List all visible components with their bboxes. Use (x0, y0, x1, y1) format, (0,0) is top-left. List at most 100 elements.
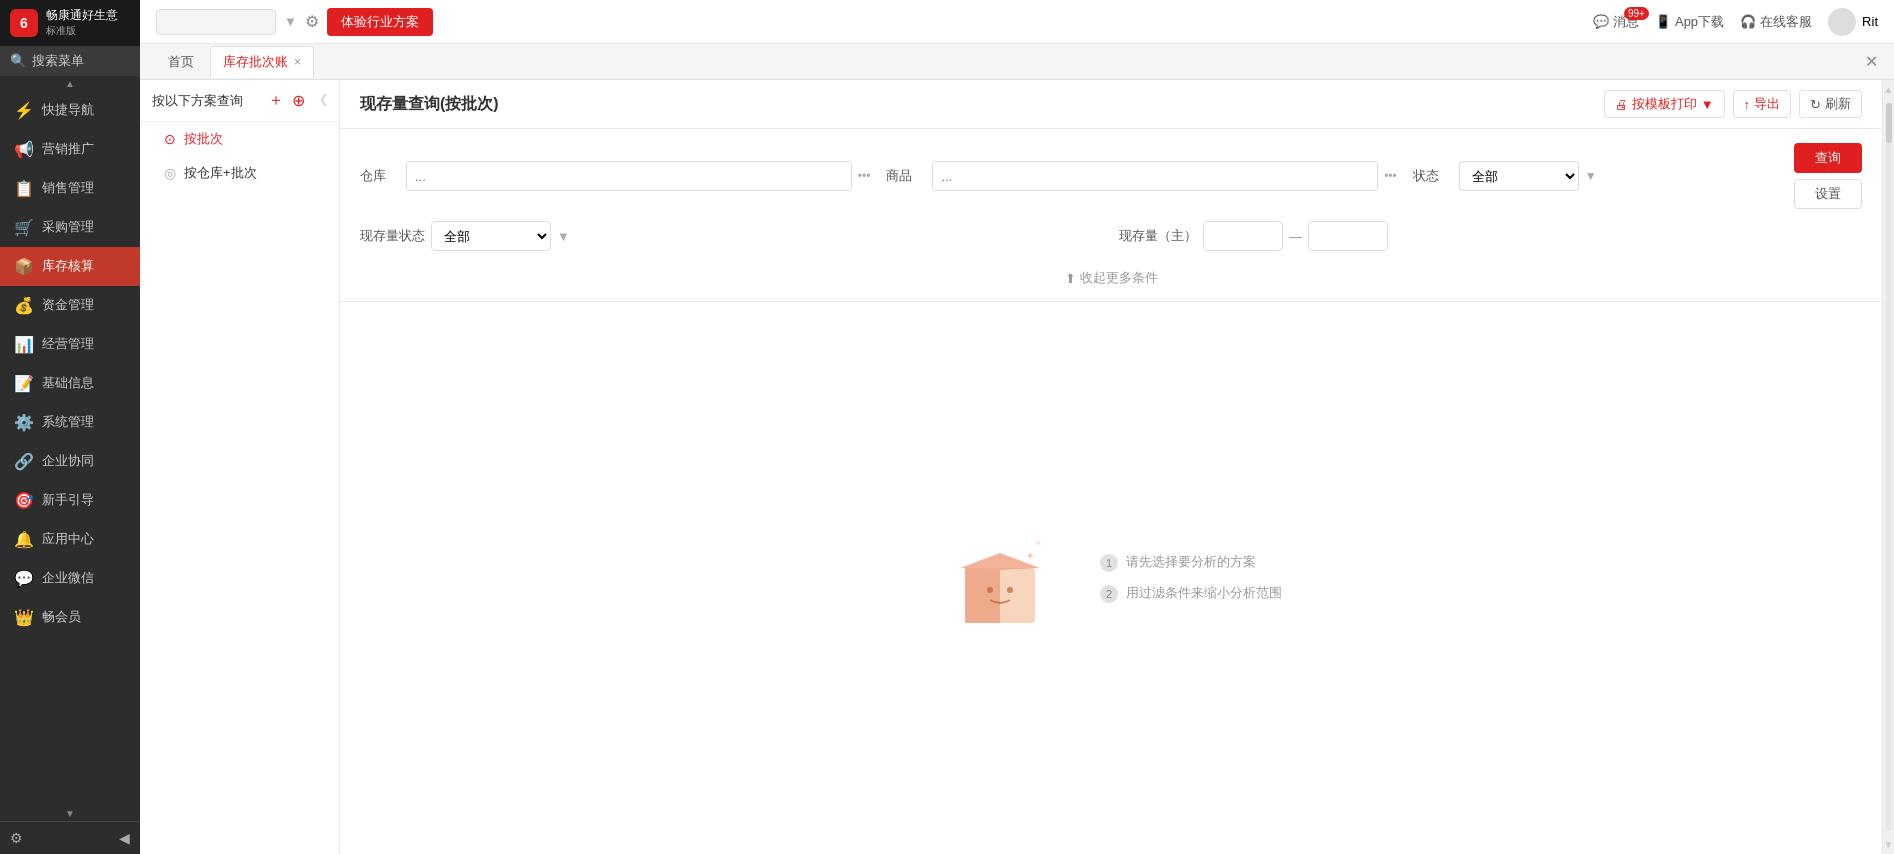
trial-button[interactable]: 体验行业方案 (327, 8, 433, 36)
nav-label-inventory: 库存核算 (42, 257, 94, 275)
scheme-filter-panel: 按以下方案查询 ＋ ⊕ 《 ⊙ 按批次 ◎ 按仓库+批次 (140, 80, 340, 854)
topbar-gear-icon[interactable]: ⚙ (305, 12, 319, 31)
collapse-panel-icon[interactable]: 《 (313, 92, 327, 110)
sidebar-scroll-down[interactable]: ▼ (0, 806, 140, 821)
message-icon: 💬 (1593, 14, 1609, 29)
collapse-sidebar-icon[interactable]: ◀ (119, 830, 130, 846)
sidebar-item-app-center[interactable]: 🔔 应用中心 (0, 520, 140, 559)
online-service-button[interactable]: 🎧 在线客服 (1740, 13, 1812, 31)
sidebar-search[interactable]: 🔍 搜索菜单 (0, 46, 140, 76)
scroll-track[interactable] (1886, 103, 1892, 831)
nav-icon-sales: 📋 (14, 179, 34, 198)
search-label: 搜索菜单 (32, 52, 84, 70)
status-dropdown-icon[interactable]: ▼ (1585, 169, 1597, 183)
nav-icon-system: ⚙️ (14, 413, 34, 432)
page-header-actions: 🖨 按模板打印 ▼ ↑ 导出 ↻ 刷新 (1604, 90, 1862, 118)
app-download-button[interactable]: 📱 App下载 (1655, 13, 1724, 31)
right-scrollbar: ▲ ▼ (1882, 80, 1894, 854)
sidebar-item-member[interactable]: 👑 畅会员 (0, 598, 140, 637)
nav-icon-member: 👑 (14, 608, 34, 627)
main-area: ▼ ⚙ 体验行业方案 💬 消息 99+ 📱 App下载 🎧 在线客服 Rit (140, 0, 1894, 854)
warehouse-more-icon[interactable]: ••• (858, 169, 871, 183)
stock-qty-from-input[interactable] (1203, 221, 1283, 251)
nav-label-new-guide: 新手引导 (42, 491, 94, 509)
message-button[interactable]: 💬 消息 99+ (1593, 13, 1639, 31)
panel-close-button[interactable]: ✕ (1865, 52, 1878, 71)
tab-inventory-batch[interactable]: 库存批次账 × (210, 46, 314, 78)
print-button[interactable]: 🖨 按模板打印 ▼ (1604, 90, 1725, 118)
sidebar-item-purchase[interactable]: 🛒 采购管理 (0, 208, 140, 247)
app-download-label: App下载 (1675, 13, 1724, 31)
stock-qty-range: — (1203, 221, 1388, 251)
scroll-down-arrow[interactable]: ▼ (1880, 835, 1894, 854)
sidebar-item-sales[interactable]: 📋 销售管理 (0, 169, 140, 208)
stock-status-select[interactable]: 全部 有库存 无库存 (431, 221, 551, 251)
sidebar-item-enterprise[interactable]: 🔗 企业协同 (0, 442, 140, 481)
stock-qty-label: 现存量（主） (1119, 227, 1197, 245)
status-select[interactable]: 全部 (1459, 161, 1579, 191)
hint-text-1: 请先选择要分析的方案 (1126, 553, 1256, 571)
user-menu[interactable]: Rit (1828, 8, 1878, 36)
topbar: ▼ ⚙ 体验行业方案 💬 消息 99+ 📱 App下载 🎧 在线客服 Rit (140, 0, 1894, 44)
print-label: 按模板打印 (1632, 95, 1697, 113)
empty-hint-1: 1 请先选择要分析的方案 (1100, 553, 1282, 572)
stock-status-dropdown-icon[interactable]: ▼ (557, 229, 570, 244)
scroll-up-arrow[interactable]: ▲ (1880, 80, 1894, 99)
nav-icon-inventory: 📦 (14, 257, 34, 276)
stock-qty-to-input[interactable] (1308, 221, 1388, 251)
export-label: 导出 (1754, 95, 1780, 113)
page-header: 现存量查询(按批次) 🖨 按模板打印 ▼ ↑ 导出 ↻ 刷新 (340, 80, 1882, 129)
goods-input[interactable] (932, 161, 1378, 191)
sidebar-item-marketing[interactable]: 📢 营销推广 (0, 130, 140, 169)
tab-home[interactable]: 首页 (156, 46, 206, 78)
empty-hints: 1 请先选择要分析的方案 2 用过滤条件来缩小分析范围 (1100, 553, 1282, 603)
content-area: 按以下方案查询 ＋ ⊕ 《 ⊙ 按批次 ◎ 按仓库+批次 现存量查询(按批次) (140, 80, 1894, 854)
sidebar-item-new-guide[interactable]: 🎯 新手引导 (0, 481, 140, 520)
nav-label-member: 畅会员 (42, 608, 81, 626)
settings-icon[interactable]: ⚙ (10, 830, 23, 846)
nav-icon-purchase: 🛒 (14, 218, 34, 237)
filter-form: 仓库 ••• 商品 ••• 状态 全部 ▼ (340, 129, 1882, 302)
sidebar-item-enterprise-wx[interactable]: 💬 企业微信 (0, 559, 140, 598)
collapse-more-btn[interactable]: ⬆ 收起更多条件 (360, 263, 1862, 293)
sidebar-scroll-up[interactable]: ▲ (0, 76, 140, 91)
sidebar-item-operations[interactable]: 📊 经营管理 (0, 325, 140, 364)
sidebar-item-quick-nav[interactable]: ⚡ 快捷导航 (0, 91, 140, 130)
refresh-button[interactable]: ↻ 刷新 (1799, 90, 1862, 118)
scheme-item-by-warehouse-batch[interactable]: ◎ 按仓库+批次 (140, 156, 339, 190)
sidebar-header: 6 畅康通好生意 标准版 (0, 0, 140, 46)
nav-label-purchase: 采购管理 (42, 218, 94, 236)
warehouse-label: 仓库 (360, 167, 400, 185)
nav-label-quick-nav: 快捷导航 (42, 101, 94, 119)
nav-icon-marketing: 📢 (14, 140, 34, 159)
filter-row-2: 现存量状态 全部 有库存 无库存 ▼ 现存量（主） — (360, 221, 1862, 251)
service-label: 在线客服 (1760, 13, 1812, 31)
nav-label-operations: 经营管理 (42, 335, 94, 353)
warehouse-input[interactable] (406, 161, 852, 191)
sidebar-item-basic-info[interactable]: 📝 基础信息 (0, 364, 140, 403)
nav-label-finance: 资金管理 (42, 296, 94, 314)
topbar-right: 💬 消息 99+ 📱 App下载 🎧 在线客服 Rit (1593, 8, 1878, 36)
headset-icon: 🎧 (1740, 14, 1756, 29)
scheme-settings-icon[interactable]: ⊕ (292, 91, 305, 110)
export-button[interactable]: ↑ 导出 (1733, 90, 1792, 118)
sidebar-item-system[interactable]: ⚙️ 系统管理 (0, 403, 140, 442)
tab-home-label: 首页 (168, 53, 194, 71)
filter-row-1: 仓库 ••• 商品 ••• 状态 全部 ▼ (360, 143, 1862, 209)
hint-num-2: 2 (1100, 585, 1118, 603)
goods-more-icon[interactable]: ••• (1384, 169, 1397, 183)
export-icon: ↑ (1744, 97, 1751, 112)
hint-num-1: 1 (1100, 554, 1118, 572)
svg-point-2 (1007, 587, 1013, 593)
sidebar-footer: ⚙ ◀ (0, 821, 140, 854)
sidebar-item-inventory[interactable]: 📦 库存核算 (0, 247, 140, 286)
form-settings-button[interactable]: 设置 (1794, 179, 1862, 209)
search-icon: 🔍 (10, 53, 26, 68)
sidebar-item-finance[interactable]: 💰 资金管理 (0, 286, 140, 325)
add-scheme-icon[interactable]: ＋ (268, 90, 284, 111)
scheme-item-by-batch[interactable]: ⊙ 按批次 (140, 122, 339, 156)
sidebar: 6 畅康通好生意 标准版 🔍 搜索菜单 ▲ ⚡ 快捷导航 📢 营销推广 📋 销售… (0, 0, 140, 854)
query-button[interactable]: 查询 (1794, 143, 1862, 173)
topbar-dropdown-icon[interactable]: ▼ (284, 14, 297, 29)
tab-close-icon[interactable]: × (294, 55, 301, 69)
